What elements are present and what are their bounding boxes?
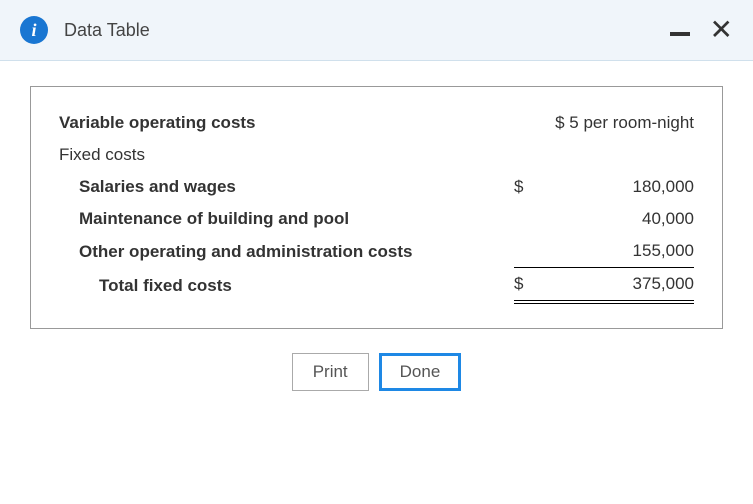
dialog-header: i Data Table ✕ [0,0,753,61]
data-table-box: Variable operating costs $ 5 per room-ni… [30,86,723,329]
table-row: Other operating and administration costs… [59,235,694,268]
minimize-icon[interactable] [670,32,690,36]
table-row: Variable operating costs $ 5 per room-ni… [59,107,694,139]
info-icon: i [20,16,48,44]
content-area: Variable operating costs $ 5 per room-ni… [0,61,753,416]
fixed-costs-label: Fixed costs [59,139,514,171]
dialog-title: Data Table [64,20,670,41]
table-row: Fixed costs [59,139,694,171]
row-label: Other operating and administration costs [59,235,514,268]
total-label: Total fixed costs [59,268,514,303]
variable-costs-value: $ 5 per room-night [514,107,694,139]
row-currency: $ [514,171,544,203]
row-value: 180,000 [544,171,694,203]
variable-costs-label: Variable operating costs [59,107,514,139]
table-row: Salaries and wages $ 180,000 [59,171,694,203]
table-row: Total fixed costs $ 375,000 [59,268,694,303]
row-currency [514,203,544,235]
costs-table: Variable operating costs $ 5 per room-ni… [59,107,694,304]
row-value: 40,000 [544,203,694,235]
row-label: Maintenance of building and pool [59,203,514,235]
row-value: 155,000 [544,235,694,268]
total-value: 375,000 [544,268,694,303]
button-row: Print Done [30,353,723,391]
total-currency: $ [514,268,544,303]
print-button[interactable]: Print [292,353,369,391]
row-currency [514,235,544,268]
row-label: Salaries and wages [59,171,514,203]
done-button[interactable]: Done [379,353,462,391]
close-icon[interactable]: ✕ [710,16,733,44]
table-row: Maintenance of building and pool 40,000 [59,203,694,235]
